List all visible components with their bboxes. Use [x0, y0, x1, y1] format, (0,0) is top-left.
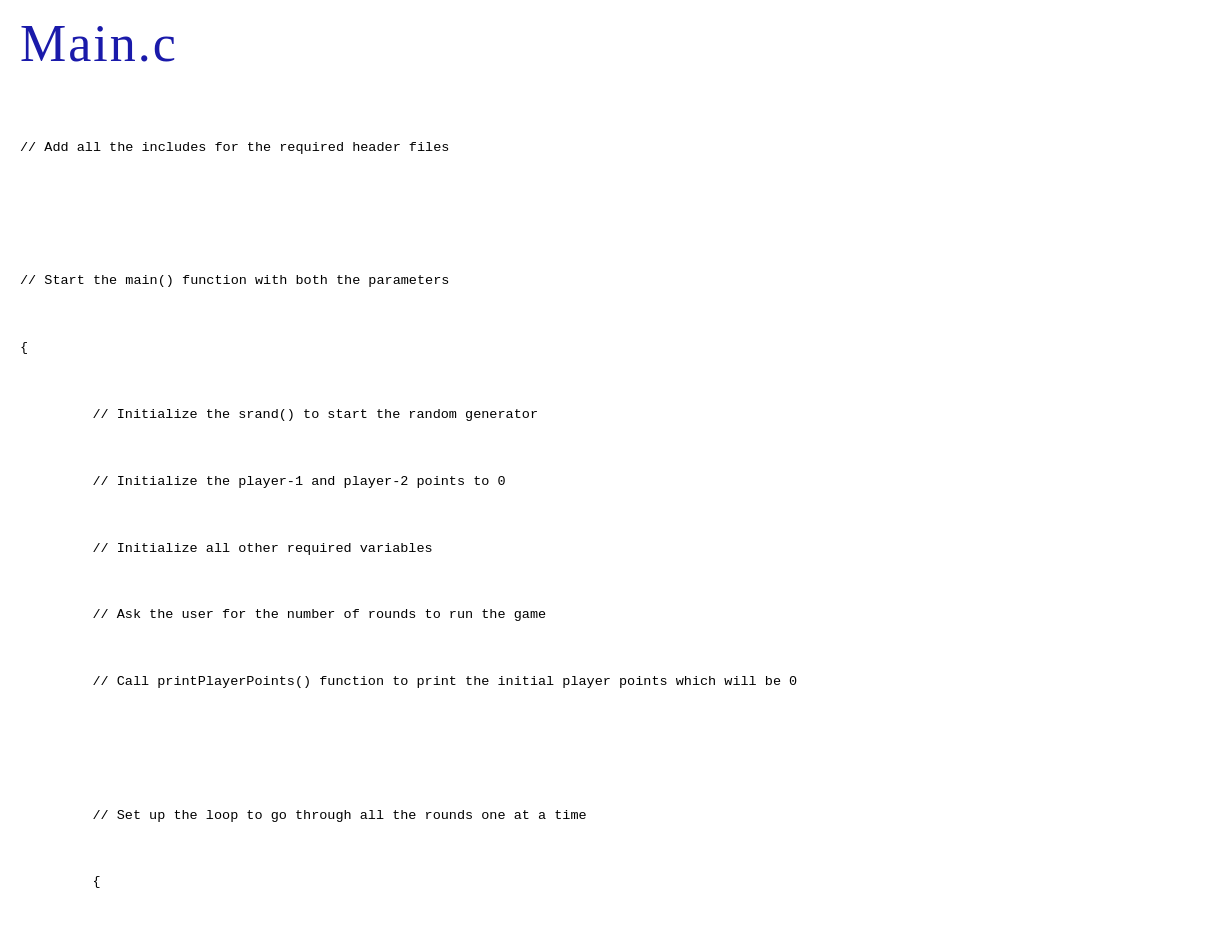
line-8: // Set up the loop to go through all the… [60, 805, 1203, 827]
line-1: // Add all the includes for the required… [20, 137, 1203, 159]
line-3: // Initialize the srand() to start the r… [60, 404, 1203, 426]
line-blank-2 [20, 738, 1203, 760]
page-container: Main.c // Add all the includes for the r… [20, 15, 1203, 933]
line-5: // Initialize all other required variabl… [60, 538, 1203, 560]
line-brace-open: { [20, 337, 1203, 359]
line-7: // Call printPlayerPoints() function to … [60, 671, 1203, 693]
line-2: // Start the main() function with both t… [20, 270, 1203, 292]
code-content: // Add all the includes for the required… [20, 92, 1203, 933]
page-title: Main.c [20, 15, 1203, 72]
line-4: // Initialize the player-1 and player-2 … [60, 471, 1203, 493]
line-inner-brace-open: { [60, 871, 1203, 893]
line-6: // Ask the user for the number of rounds… [60, 604, 1203, 626]
line-blank-1 [20, 204, 1203, 226]
